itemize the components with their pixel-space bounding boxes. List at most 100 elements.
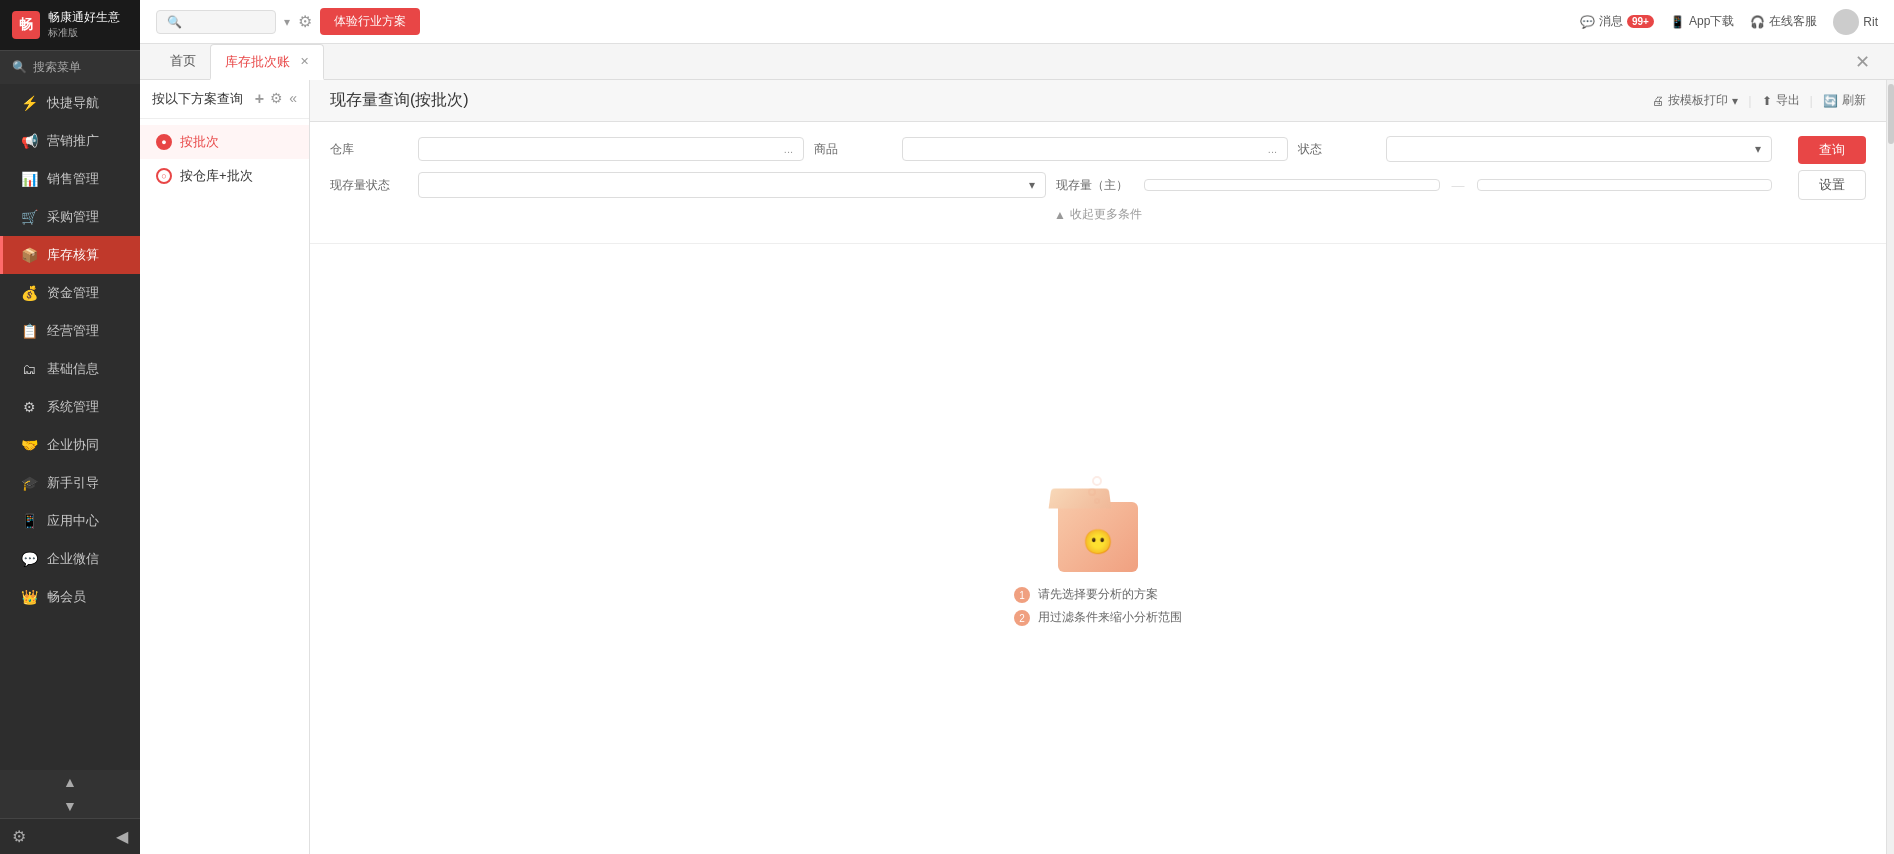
topbar-left: 🔍 ▾ ⚙ 体验行业方案 [156,8,1568,35]
sidebar-item-vip[interactable]: 👑 畅会员 [0,578,140,616]
messages-button[interactable]: 💬 消息 99+ [1580,13,1654,30]
warehouse-dots[interactable]: ... [784,143,793,155]
hint-text-2: 用过滤条件来缩小分析范围 [1038,609,1182,626]
export-button[interactable]: ⬆ 导出 [1762,92,1800,109]
product-input[interactable]: ... [902,137,1288,161]
sidebar-footer: ⚙ ◀ [0,818,140,854]
topbar-search-icon: 🔍 [167,15,182,29]
warehouse-input[interactable]: ... [418,137,804,161]
empty-face-icon: 😶 [1083,528,1113,556]
headset-icon: 🎧 [1750,15,1765,29]
collapse-panel-icon[interactable]: « [289,90,297,108]
printer-icon: 🖨 [1652,94,1664,108]
messages-badge: 99+ [1627,15,1654,28]
tab-home[interactable]: 首页 [156,44,210,80]
sidebar-item-enterprise[interactable]: 🤝 企业协同 [0,426,140,464]
refresh-label: 刷新 [1842,92,1866,109]
sidebar-item-sales[interactable]: 📊 销售管理 [0,160,140,198]
hint-num-2: 2 [1014,610,1030,626]
brand-info: 畅康通好生意 标准版 [48,10,120,40]
action-divider2: | [1810,93,1813,108]
refresh-button[interactable]: 🔄 刷新 [1823,92,1866,109]
collapse-label: 收起更多条件 [1070,206,1142,223]
sidebar-item-system[interactable]: ⚙ 系统管理 [0,388,140,426]
scrollbar-thumb[interactable] [1888,84,1894,144]
export-icon: ⬆ [1762,94,1772,108]
status-select[interactable]: ▾ [1386,136,1772,162]
sidebar-item-inventory[interactable]: 📦 库存核算 [0,236,140,274]
inventory-main-label: 现存量（主） [1056,177,1136,194]
warehouse-label: 仓库 [330,141,410,158]
sidebar-header: 畅 畅康通好生意 标准版 [0,0,140,51]
sidebar-item-purchase[interactable]: 🛒 采购管理 [0,198,140,236]
topbar-right: 💬 消息 99+ 📱 App下载 🎧 在线客服 Rit [1580,9,1878,35]
message-icon: 💬 [1580,15,1595,29]
close-panel-button[interactable]: ✕ [1847,51,1878,73]
settings-button[interactable]: ⚙ [12,827,26,846]
topbar-search[interactable]: 🔍 [156,10,276,34]
empty-state: 😶 1 请先选择要分析的方案 2 用过滤条件来缩小分析范 [310,244,1886,854]
sidebar-scroll-down[interactable]: ▲ [0,770,140,794]
left-panel-items: ● 按批次 ○ 按仓库+批次 [140,119,309,199]
filter-area: 仓库 ... 商品 ... [310,122,1886,244]
app-download-label: App下载 [1689,13,1734,30]
left-panel: 按以下方案查询 + ⚙ « ● 按批次 ○ 按仓库+批次 [140,80,310,854]
topbar-settings-icon[interactable]: ⚙ [298,12,312,31]
product-label: 商品 [814,141,894,158]
tab-close-icon[interactable]: ✕ [300,55,309,68]
product-dots[interactable]: ... [1268,143,1277,155]
user-menu[interactable]: Rit [1833,9,1878,35]
status-label: 状态 [1298,141,1378,158]
sidebar-item-label: 基础信息 [47,360,99,378]
app-download-button[interactable]: 📱 App下载 [1670,13,1734,30]
hint-text-1: 请先选择要分析的方案 [1038,586,1158,603]
sidebar-item-basic[interactable]: 🗂 基础信息 [0,350,140,388]
refresh-icon: 🔄 [1823,94,1838,108]
empty-hint-2: 2 用过滤条件来缩小分析范围 [1014,609,1182,626]
sidebar-item-quick-nav[interactable]: ⚡ 快捷导航 [0,84,140,122]
sales-icon: 📊 [19,171,39,187]
sidebar-item-label: 营销推广 [47,132,99,150]
inventory-status-label: 现存量状态 [330,177,410,194]
sidebar-item-operations[interactable]: 📋 经营管理 [0,312,140,350]
sidebar-item-label: 库存核算 [47,246,99,264]
topbar-dropdown-icon[interactable]: ▾ [284,15,290,29]
collapse-sidebar-button[interactable]: ◀ [116,827,128,846]
empty-smoke [1088,476,1108,506]
page-header-actions: 🖨 按模板打印 ▾ | ⬆ 导出 | 🔄 刷新 [1652,92,1866,109]
experience-industry-button[interactable]: 体验行业方案 [320,8,420,35]
inventory-main-from[interactable] [1144,179,1440,191]
online-service-button[interactable]: 🎧 在线客服 [1750,13,1817,30]
print-template-button[interactable]: 🖨 按模板打印 ▾ [1652,92,1738,109]
add-scheme-icon[interactable]: + [255,90,264,108]
sidebar-item-label: 采购管理 [47,208,99,226]
sidebar-item-wechat[interactable]: 💬 企业微信 [0,540,140,578]
tabbar: 首页 库存批次账 ✕ ✕ [140,44,1894,80]
sidebar-item-label: 企业协同 [47,436,99,454]
sidebar-item-appstore[interactable]: 📱 应用中心 [0,502,140,540]
quick-nav-icon: ⚡ [19,95,39,111]
tab-inventory-batch[interactable]: 库存批次账 ✕ [210,44,324,80]
vip-icon: 👑 [19,589,39,605]
sidebar-item-guide[interactable]: 🎓 新手引导 [0,464,140,502]
scheme-settings-icon[interactable]: ⚙ [270,90,283,108]
inventory-status-filter: 现存量状态 ▾ [330,172,1046,198]
sidebar-item-finance[interactable]: 💰 资金管理 [0,274,140,312]
inventory-main-to[interactable] [1477,179,1773,191]
status-filter: 状态 ▾ [1298,136,1772,162]
inventory-status-select[interactable]: ▾ [418,172,1046,198]
sidebar-scroll-up[interactable]: ▼ [0,794,140,818]
basic-icon: 🗂 [19,361,39,377]
inventory-icon: 📦 [19,247,39,263]
guide-icon: 🎓 [19,475,39,491]
scheme-item-warehouse-batch[interactable]: ○ 按仓库+批次 [140,159,309,193]
sidebar-search[interactable]: 🔍 搜索菜单 [0,51,140,84]
marketing-icon: 📢 [19,133,39,149]
scheme-item-batch[interactable]: ● 按批次 [140,125,309,159]
filter-settings-button[interactable]: 设置 [1798,170,1866,200]
collapse-filters-row[interactable]: ▲ 收起更多条件 [330,200,1866,229]
sidebar-item-label: 销售管理 [47,170,99,188]
warehouse-filter: 仓库 ... [330,137,804,161]
query-button[interactable]: 查询 [1798,136,1866,164]
sidebar-item-marketing[interactable]: 📢 营销推广 [0,122,140,160]
